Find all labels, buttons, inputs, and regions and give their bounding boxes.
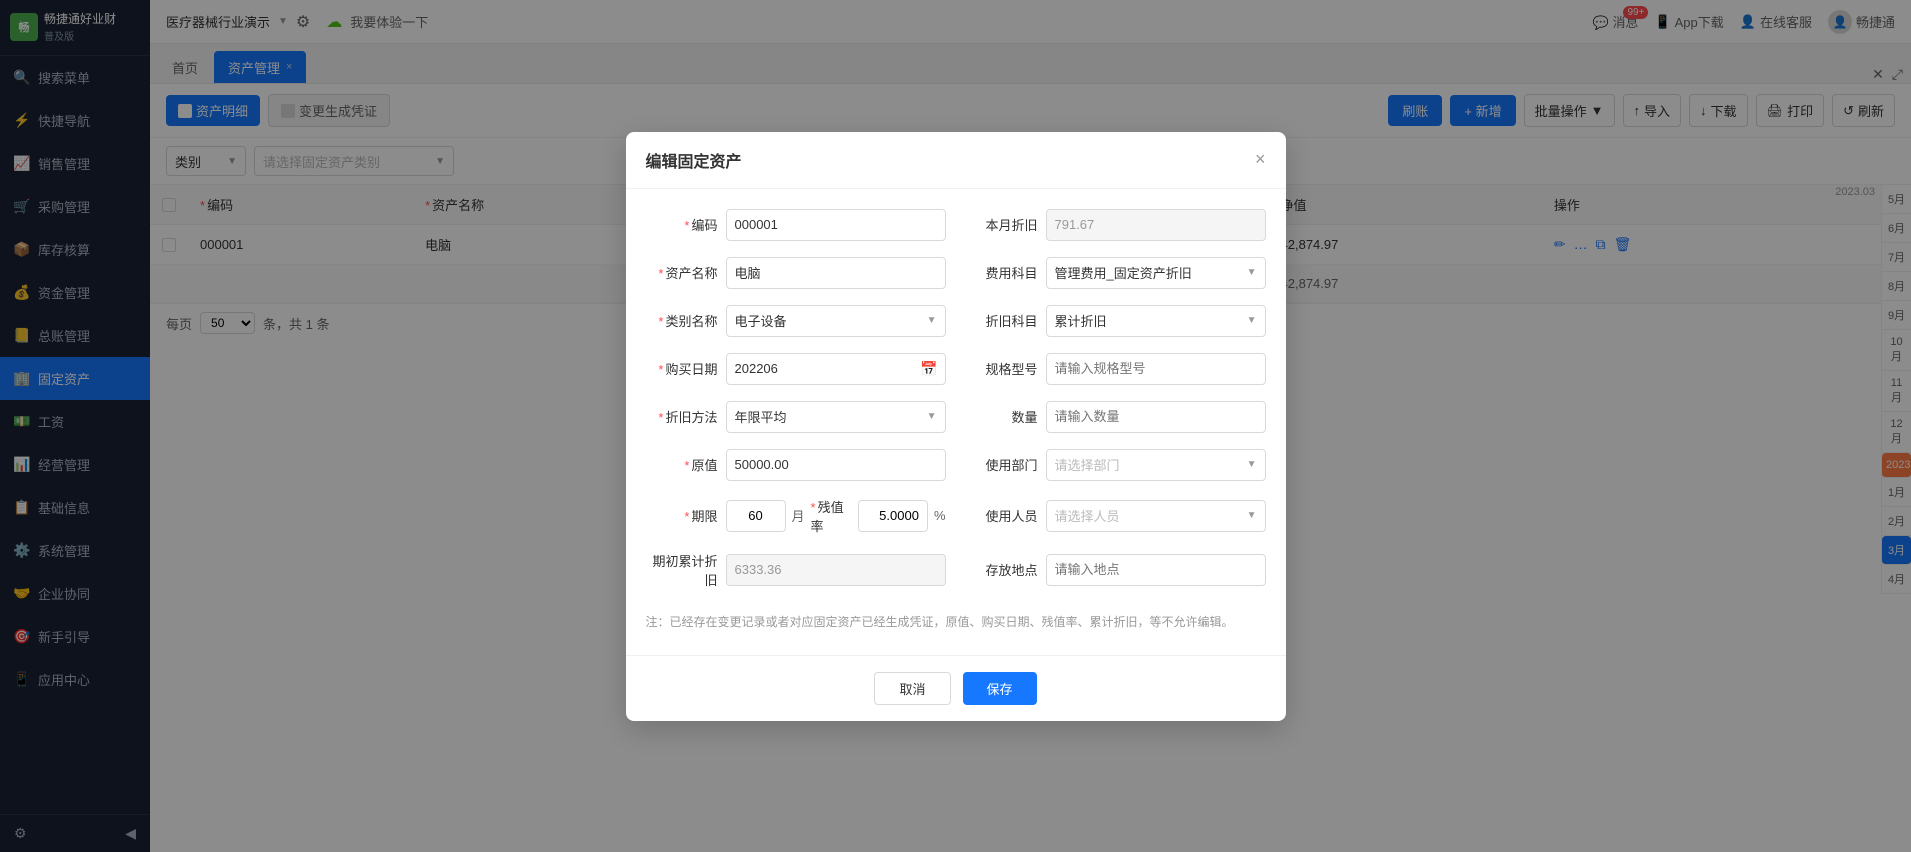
form-row-7: *期限 月 *残值率 % 使用人员 请选择人员 <box>646 497 1266 535</box>
form-group-category: *类别名称 电子设备 ▼ <box>646 305 946 337</box>
purchase-date-wrapper: 📅 <box>726 353 946 385</box>
form-row-4: *购买日期 📅 规格型号 <box>646 353 1266 385</box>
calendar-icon[interactable]: 📅 <box>920 360 937 377</box>
user-select[interactable]: 请选择人员 ▼ <box>1046 500 1266 532</box>
form-group-spec: 规格型号 <box>966 353 1266 385</box>
code-input[interactable] <box>726 209 946 241</box>
form-row-1: *编码 本月折旧 <box>646 209 1266 241</box>
expense-subject-label: 费用科目 <box>966 263 1046 282</box>
form-group-monthly-dep: 本月折旧 <box>966 209 1266 241</box>
form-group-initial-accumulated: 期初累计折旧 <box>646 551 946 589</box>
quantity-label: 数量 <box>966 407 1046 426</box>
asset-name-label: *资产名称 <box>646 263 726 282</box>
residual-unit: % <box>934 508 946 523</box>
asset-name-input[interactable] <box>726 257 946 289</box>
spec-label: 规格型号 <box>966 359 1046 378</box>
dep-method-arrow-icon: ▼ <box>927 411 937 422</box>
initial-accumulated-label: 期初累计折旧 <box>646 551 726 589</box>
edit-asset-modal: 编辑固定资产 × *编码 本月折旧 <box>626 132 1286 721</box>
modal-footer: 取消 保存 <box>626 655 1286 721</box>
dep-subject-select[interactable]: 累计折旧 ▼ <box>1046 305 1266 337</box>
department-select[interactable]: 请选择部门 ▼ <box>1046 449 1266 481</box>
period-label: *期限 <box>646 506 726 525</box>
residual-rate-label: *残值率 <box>811 497 852 535</box>
form-group-original-value: *原值 <box>646 449 946 481</box>
original-value-label: *原值 <box>646 455 726 474</box>
category-arrow-icon: ▼ <box>927 315 937 326</box>
form-group-location: 存放地点 <box>966 551 1266 589</box>
period-unit: 月 <box>792 506 805 525</box>
form-group-asset-name: *资产名称 <box>646 257 946 289</box>
save-button[interactable]: 保存 <box>963 672 1037 705</box>
monthly-dep-input <box>1046 209 1266 241</box>
code-label: *编码 <box>646 215 726 234</box>
form-row-2: *资产名称 费用科目 管理费用_固定资产折旧 ▼ <box>646 257 1266 289</box>
cancel-button[interactable]: 取消 <box>874 672 950 705</box>
form-group-quantity: 数量 <box>966 401 1266 433</box>
modal-note: 注：已经存在变更记录或者对应固定资产已经生成凭证，原值、购买日期、残值率、累计折… <box>646 605 1266 635</box>
user-arrow-icon: ▼ <box>1247 510 1257 521</box>
department-label: 使用部门 <box>966 455 1046 474</box>
initial-accumulated-input <box>726 554 946 586</box>
form-group-user: 使用人员 请选择人员 ▼ <box>966 497 1266 535</box>
purchase-date-label: *购买日期 <box>646 359 726 378</box>
period-input[interactable] <box>726 500 786 532</box>
form-row-3: *类别名称 电子设备 ▼ 折旧科目 累计折旧 ▼ <box>646 305 1266 337</box>
category-label: *类别名称 <box>646 311 726 330</box>
original-value-input[interactable] <box>726 449 946 481</box>
department-arrow-icon: ▼ <box>1247 459 1257 470</box>
form-group-period: *期限 月 *残值率 % <box>646 497 946 535</box>
expense-subject-select[interactable]: 管理费用_固定资产折旧 ▼ <box>1046 257 1266 289</box>
dep-method-label: *折旧方法 <box>646 407 726 426</box>
monthly-dep-label: 本月折旧 <box>966 215 1046 234</box>
dep-subject-arrow-icon: ▼ <box>1247 315 1257 326</box>
form-row-6: *原值 使用部门 请选择部门 ▼ <box>646 449 1266 481</box>
modal-header: 编辑固定资产 × <box>626 132 1286 189</box>
form-group-dep-subject: 折旧科目 累计折旧 ▼ <box>966 305 1266 337</box>
period-group: 月 *残值率 % <box>726 497 946 535</box>
category-select[interactable]: 电子设备 ▼ <box>726 305 946 337</box>
form-row-5: *折旧方法 年限平均 ▼ 数量 <box>646 401 1266 433</box>
form-group-expense-subject: 费用科目 管理费用_固定资产折旧 ▼ <box>966 257 1266 289</box>
modal-title: 编辑固定资产 <box>646 148 742 172</box>
form-row-8: 期初累计折旧 存放地点 <box>646 551 1266 589</box>
residual-rate-input[interactable] <box>858 500 928 532</box>
dep-subject-label: 折旧科目 <box>966 311 1046 330</box>
user-label: 使用人员 <box>966 506 1046 525</box>
form-group-code: *编码 <box>646 209 946 241</box>
location-label: 存放地点 <box>966 560 1046 579</box>
modal-overlay: 编辑固定资产 × *编码 本月折旧 <box>0 0 1911 852</box>
location-input[interactable] <box>1046 554 1266 586</box>
purchase-date-input[interactable] <box>726 353 946 385</box>
dep-method-select[interactable]: 年限平均 ▼ <box>726 401 946 433</box>
form-group-purchase-date: *购买日期 📅 <box>646 353 946 385</box>
quantity-input[interactable] <box>1046 401 1266 433</box>
modal-body: *编码 本月折旧 *资产名称 费用科目 <box>626 189 1286 655</box>
expense-subject-arrow-icon: ▼ <box>1247 267 1257 278</box>
form-group-department: 使用部门 请选择部门 ▼ <box>966 449 1266 481</box>
modal-close-button[interactable]: × <box>1255 149 1266 170</box>
spec-input[interactable] <box>1046 353 1266 385</box>
form-group-dep-method: *折旧方法 年限平均 ▼ <box>646 401 946 433</box>
